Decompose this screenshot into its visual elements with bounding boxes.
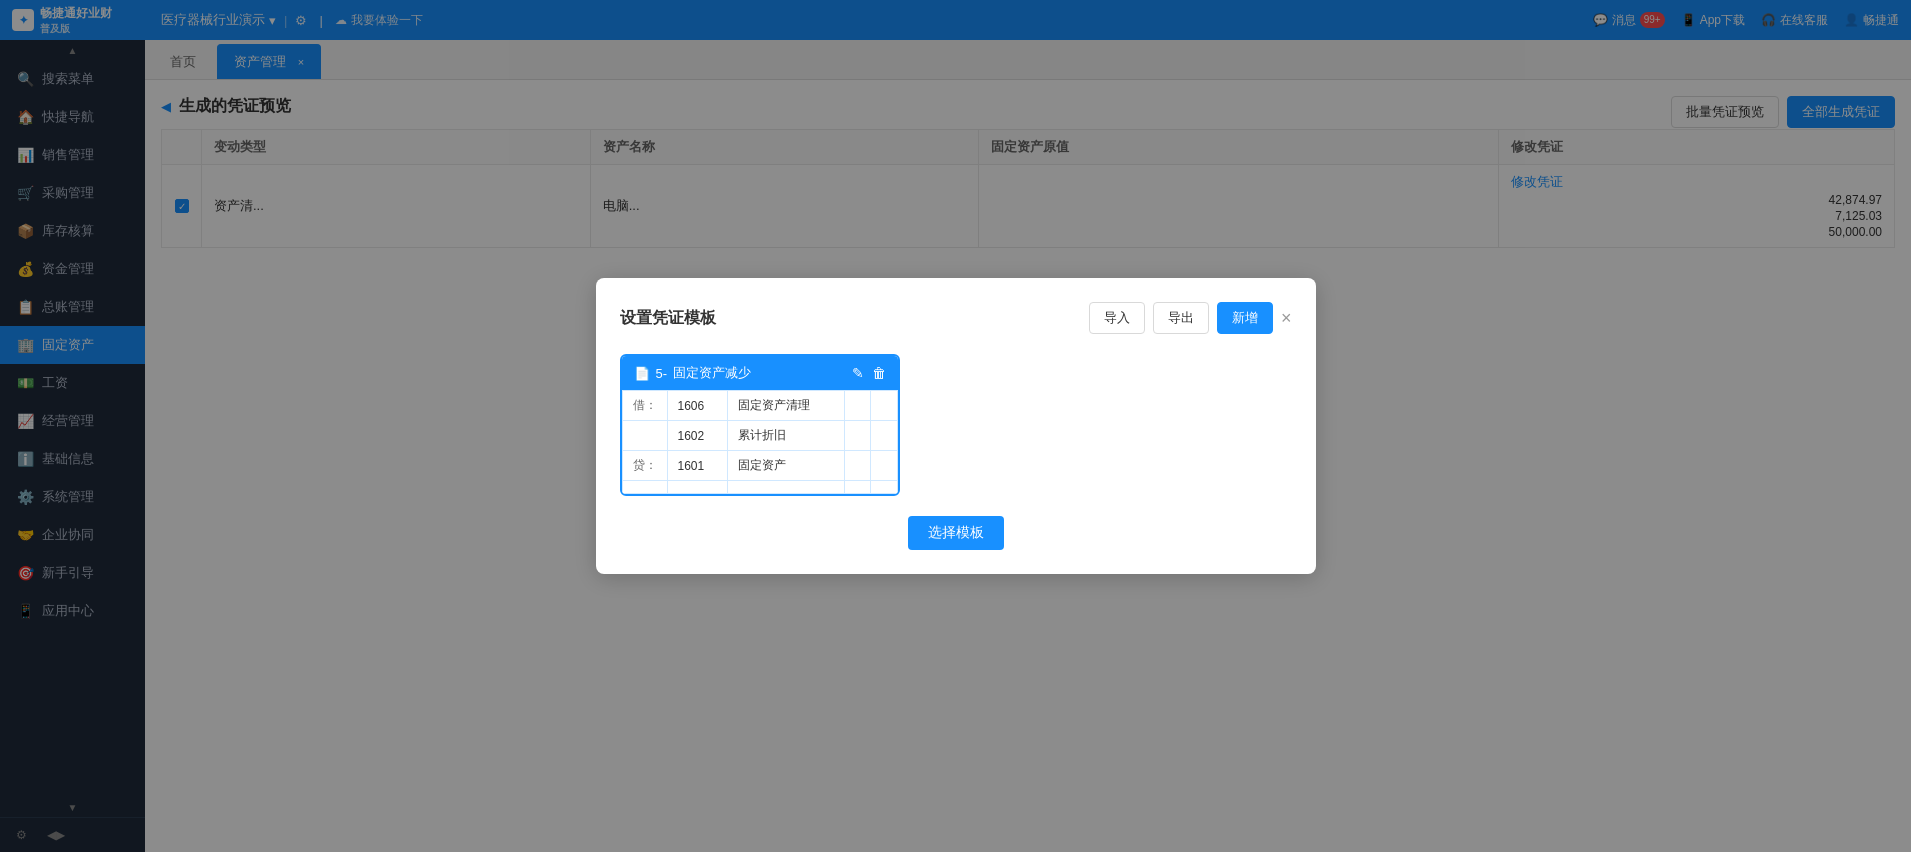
select-template-button[interactable]: 选择模板 [908,516,1004,550]
export-button[interactable]: 导出 [1153,302,1209,334]
account-name-2: 累计折旧 [727,421,844,451]
account-code-1: 1606 [667,391,727,421]
modal-dialog: 设置凭证模板 导入 导出 新增 × 📄 5- 固定资产减少 ✎ 🗑 [596,278,1316,574]
delete-icon[interactable]: 🗑 [872,365,886,381]
account-name-3: 固定资产 [727,451,844,481]
col3-2 [844,421,870,451]
col4-1 [871,391,897,421]
direction-3: 贷： [622,451,667,481]
import-button[interactable]: 导入 [1089,302,1145,334]
modal-close-button[interactable]: × [1281,309,1292,327]
new-button[interactable]: 新增 [1217,302,1273,334]
template-name: 固定资产减少 [673,364,751,382]
template-card-body: 借： 1606 固定资产清理 1602 累计折旧 [622,390,898,494]
template-card-header: 📄 5- 固定资产减少 ✎ 🗑 [622,356,898,390]
direction-2 [622,421,667,451]
account-name-1: 固定资产清理 [727,391,844,421]
account-code-2: 1602 [667,421,727,451]
modal-header: 设置凭证模板 导入 导出 新增 × [620,302,1292,334]
account-code-3: 1601 [667,451,727,481]
account-name-4 [727,481,844,494]
direction-1: 借： [622,391,667,421]
template-card: 📄 5- 固定资产减少 ✎ 🗑 借： 1606 固定资产清理 [620,354,900,496]
template-table: 借： 1606 固定资产清理 1602 累计折旧 [622,390,898,494]
template-number: 5- [656,366,668,381]
document-icon: 📄 [634,366,650,381]
col4-4 [871,481,897,494]
template-row-3: 贷： 1601 固定资产 [622,451,897,481]
template-row-1: 借： 1606 固定资产清理 [622,391,897,421]
col3-1 [844,391,870,421]
card-title: 📄 5- 固定资产减少 [634,364,752,382]
template-row-2: 1602 累计折旧 [622,421,897,451]
edit-icon[interactable]: ✎ [852,365,864,381]
modal-backdrop: 设置凭证模板 导入 导出 新增 × 📄 5- 固定资产减少 ✎ 🗑 [0,0,1911,852]
template-card-actions: ✎ 🗑 [852,365,886,381]
col4-3 [871,451,897,481]
template-row-4 [622,481,897,494]
modal-toolbar: 导入 导出 新增 × [1089,302,1292,334]
col3-4 [844,481,870,494]
direction-4 [622,481,667,494]
col3-3 [844,451,870,481]
modal-title: 设置凭证模板 [620,308,716,329]
col4-2 [871,421,897,451]
account-code-4 [667,481,727,494]
